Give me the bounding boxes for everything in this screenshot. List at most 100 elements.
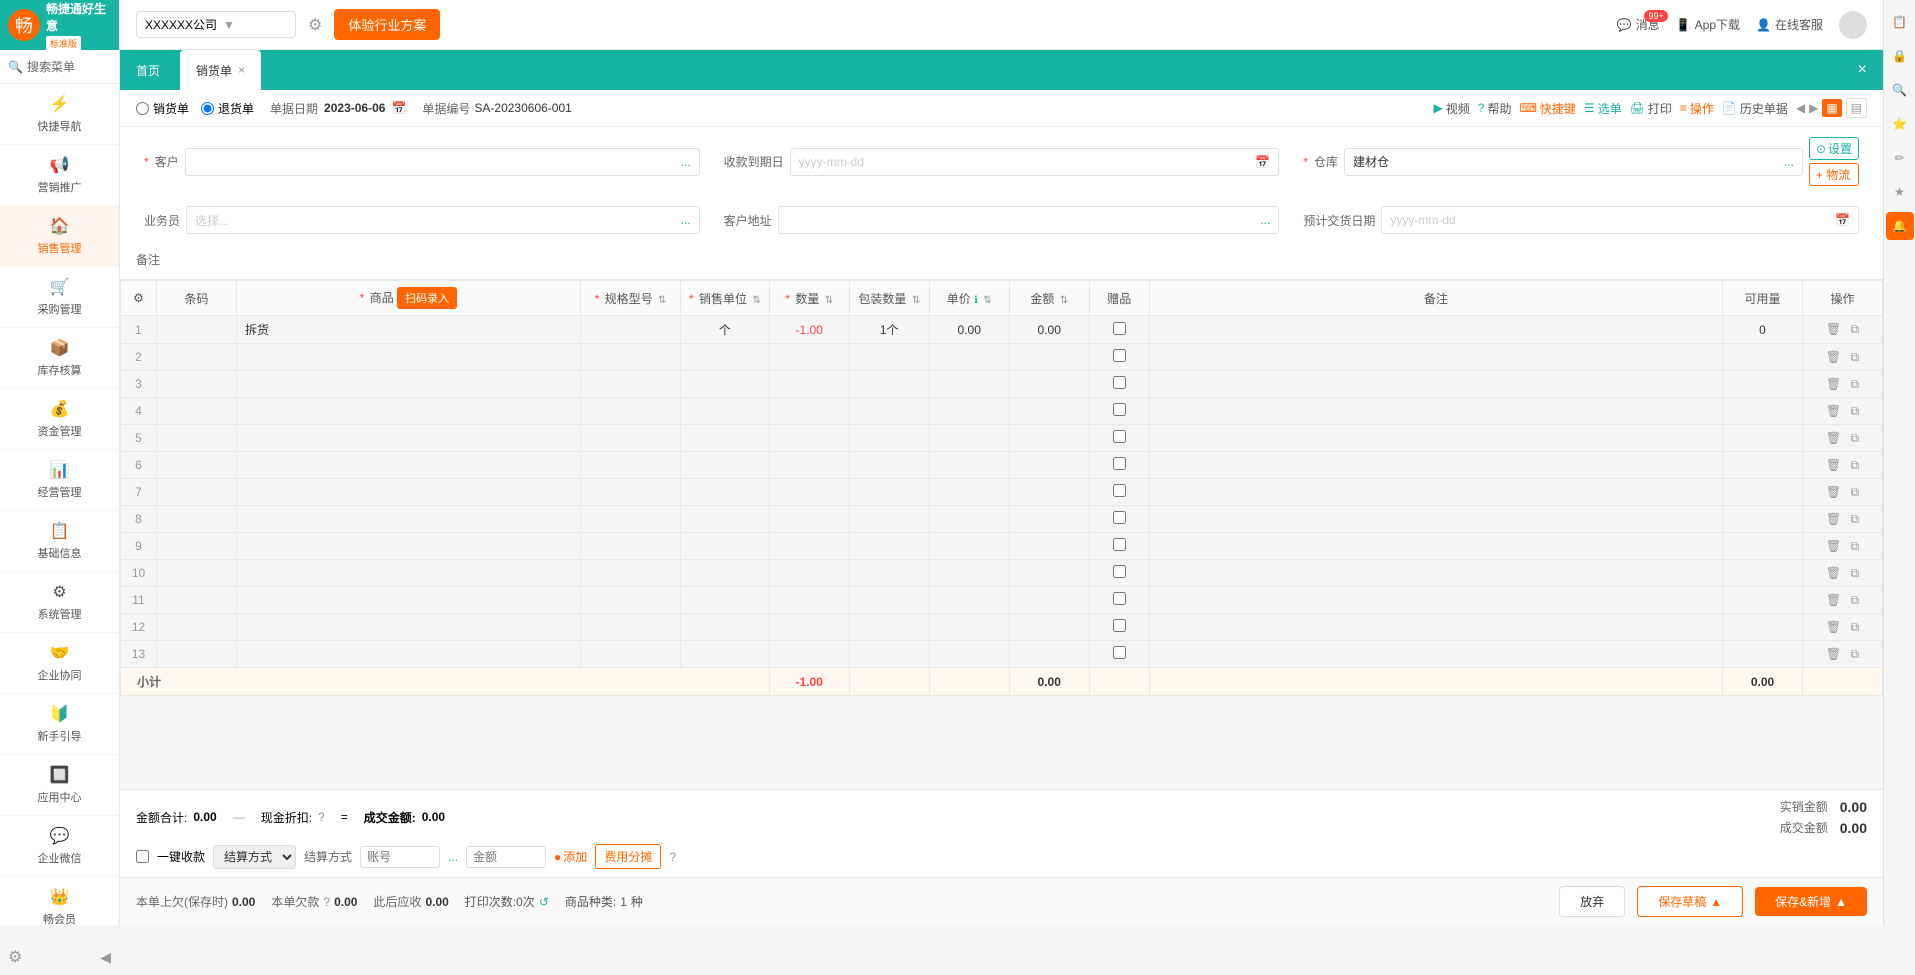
notes-input[interactable] xyxy=(168,248,1867,271)
sidebar-item-basic[interactable]: 📋 基础信息 xyxy=(0,511,119,572)
row-unit[interactable] xyxy=(680,533,769,560)
right-tool-orange[interactable]: 🔔 xyxy=(1886,212,1914,240)
row-unit[interactable] xyxy=(680,614,769,641)
row-barcode[interactable] xyxy=(157,641,237,668)
row-amount[interactable] xyxy=(1009,371,1089,398)
bill-short-help-icon[interactable]: ? xyxy=(323,895,330,909)
sidebar-item-marketing[interactable]: 📢 营销推广 xyxy=(0,145,119,206)
expected-calendar-icon[interactable]: 📅 xyxy=(1835,213,1850,227)
row-unit[interactable] xyxy=(680,398,769,425)
row-pkg[interactable] xyxy=(849,614,929,641)
delete-icon[interactable]: 🗑 xyxy=(1826,512,1841,526)
row-amount[interactable] xyxy=(1009,479,1089,506)
row-amount[interactable] xyxy=(1009,587,1089,614)
logistics-button[interactable]: + 物流 xyxy=(1809,163,1859,186)
online-service-button[interactable]: 👤 在线客服 xyxy=(1756,16,1823,33)
payment-method-select[interactable]: 结算方式 xyxy=(213,845,296,869)
radio-return[interactable]: 退货单 xyxy=(201,100,254,117)
delete-icon[interactable]: 🗑 xyxy=(1826,377,1841,391)
tabbar-close-icon[interactable]: × xyxy=(1842,61,1883,79)
row-amount[interactable] xyxy=(1009,425,1089,452)
copy-icon[interactable]: ⧉ xyxy=(1851,485,1860,499)
copy-icon[interactable]: ⧉ xyxy=(1851,431,1860,445)
row-barcode[interactable] xyxy=(157,506,237,533)
row-gift[interactable] xyxy=(1089,506,1149,533)
delete-icon[interactable]: 🗑 xyxy=(1826,566,1841,580)
app-download-button[interactable]: 📱 App下载 xyxy=(1676,16,1740,33)
expected-date-input[interactable]: yyyy-mm-dd 📅 xyxy=(1381,206,1859,234)
row-barcode[interactable] xyxy=(157,371,237,398)
avatar[interactable] xyxy=(1839,11,1867,39)
row-amount[interactable] xyxy=(1009,452,1089,479)
row-goods[interactable] xyxy=(237,587,581,614)
row-qty[interactable] xyxy=(769,398,849,425)
copy-icon[interactable]: ⧉ xyxy=(1851,512,1860,526)
row-pkg[interactable] xyxy=(849,344,929,371)
row-amount[interactable] xyxy=(1009,641,1089,668)
customer-addr-input[interactable]: ... xyxy=(778,206,1280,234)
account-input[interactable] xyxy=(360,846,440,868)
row-pkg[interactable] xyxy=(849,587,929,614)
row-gift[interactable] xyxy=(1089,641,1149,668)
row-price[interactable] xyxy=(929,452,1009,479)
row-remark[interactable] xyxy=(1149,641,1722,668)
scan-button[interactable]: 扫码录入 xyxy=(397,287,457,309)
row-price[interactable] xyxy=(929,425,1009,452)
row-barcode[interactable] xyxy=(157,425,237,452)
select-action[interactable]: ☰ 选单 xyxy=(1584,100,1622,117)
sidebar-item-capital[interactable]: 💰 资金管理 xyxy=(0,389,119,450)
table-scroll[interactable]: ⚙ 条码 * 商品 扫码录入 * xyxy=(120,280,1883,789)
payment-date-input[interactable]: yyyy-mm-dd 📅 xyxy=(790,148,1280,176)
customer-addr-dots[interactable]: ... xyxy=(1260,213,1270,227)
salesperson-input[interactable]: 选择... ... xyxy=(186,206,700,234)
copy-icon[interactable]: ⧉ xyxy=(1851,458,1860,472)
row-spec[interactable] xyxy=(580,506,680,533)
row-remark[interactable] xyxy=(1149,425,1722,452)
row-remark[interactable] xyxy=(1149,316,1722,344)
row-spec[interactable] xyxy=(580,641,680,668)
delete-icon[interactable]: 🗑 xyxy=(1826,431,1841,445)
add-button[interactable]: ● 添加 xyxy=(554,848,587,865)
row-pkg[interactable] xyxy=(849,560,929,587)
row-remark[interactable] xyxy=(1149,371,1722,398)
row-amount[interactable] xyxy=(1009,614,1089,641)
row-pkg[interactable] xyxy=(849,479,929,506)
row-amount[interactable] xyxy=(1009,533,1089,560)
right-tool-search[interactable]: 🔍 xyxy=(1886,76,1914,104)
row-pkg[interactable] xyxy=(849,452,929,479)
customer-dots[interactable]: ... xyxy=(681,155,691,169)
row-unit[interactable] xyxy=(680,587,769,614)
calendar-icon[interactable]: 📅 xyxy=(391,101,406,115)
draft-button[interactable]: 保存草稿 ▲ xyxy=(1637,886,1743,917)
salesperson-dots[interactable]: ... xyxy=(681,213,691,227)
row-pkg[interactable] xyxy=(849,371,929,398)
row-unit[interactable] xyxy=(680,425,769,452)
row-remark[interactable] xyxy=(1149,533,1722,560)
help-icon[interactable]: ? xyxy=(318,810,325,824)
spec-sort-icon[interactable]: ⇅ xyxy=(658,295,666,306)
copy-icon[interactable]: ⧉ xyxy=(1851,539,1860,553)
row-goods[interactable] xyxy=(237,398,581,425)
row-qty[interactable] xyxy=(769,344,849,371)
row-remark[interactable] xyxy=(1149,506,1722,533)
row-goods[interactable] xyxy=(237,560,581,587)
row-amount[interactable] xyxy=(1009,560,1089,587)
amount-input[interactable] xyxy=(466,846,546,868)
row-unit[interactable] xyxy=(680,479,769,506)
row-gift[interactable] xyxy=(1089,371,1149,398)
right-tool-favorite[interactable]: ⭐ xyxy=(1886,110,1914,138)
customer-input[interactable]: ... xyxy=(185,148,700,176)
row-amount[interactable] xyxy=(1009,506,1089,533)
row-qty[interactable] xyxy=(769,479,849,506)
price-info-icon[interactable]: ℹ xyxy=(974,295,978,306)
history-action[interactable]: 📄 历史单据 xyxy=(1722,100,1788,117)
row-spec[interactable] xyxy=(580,479,680,506)
expense-help-icon[interactable]: ? xyxy=(669,850,676,864)
row-unit[interactable] xyxy=(680,371,769,398)
row-spec[interactable] xyxy=(580,587,680,614)
delete-icon[interactable]: 🗑 xyxy=(1826,485,1841,499)
row-price[interactable] xyxy=(929,398,1009,425)
prev-nav-icon[interactable]: ◀ xyxy=(1796,101,1805,115)
goods-type-info[interactable]: 商品种类: 1 种 xyxy=(565,893,643,910)
row-spec[interactable] xyxy=(580,316,680,344)
